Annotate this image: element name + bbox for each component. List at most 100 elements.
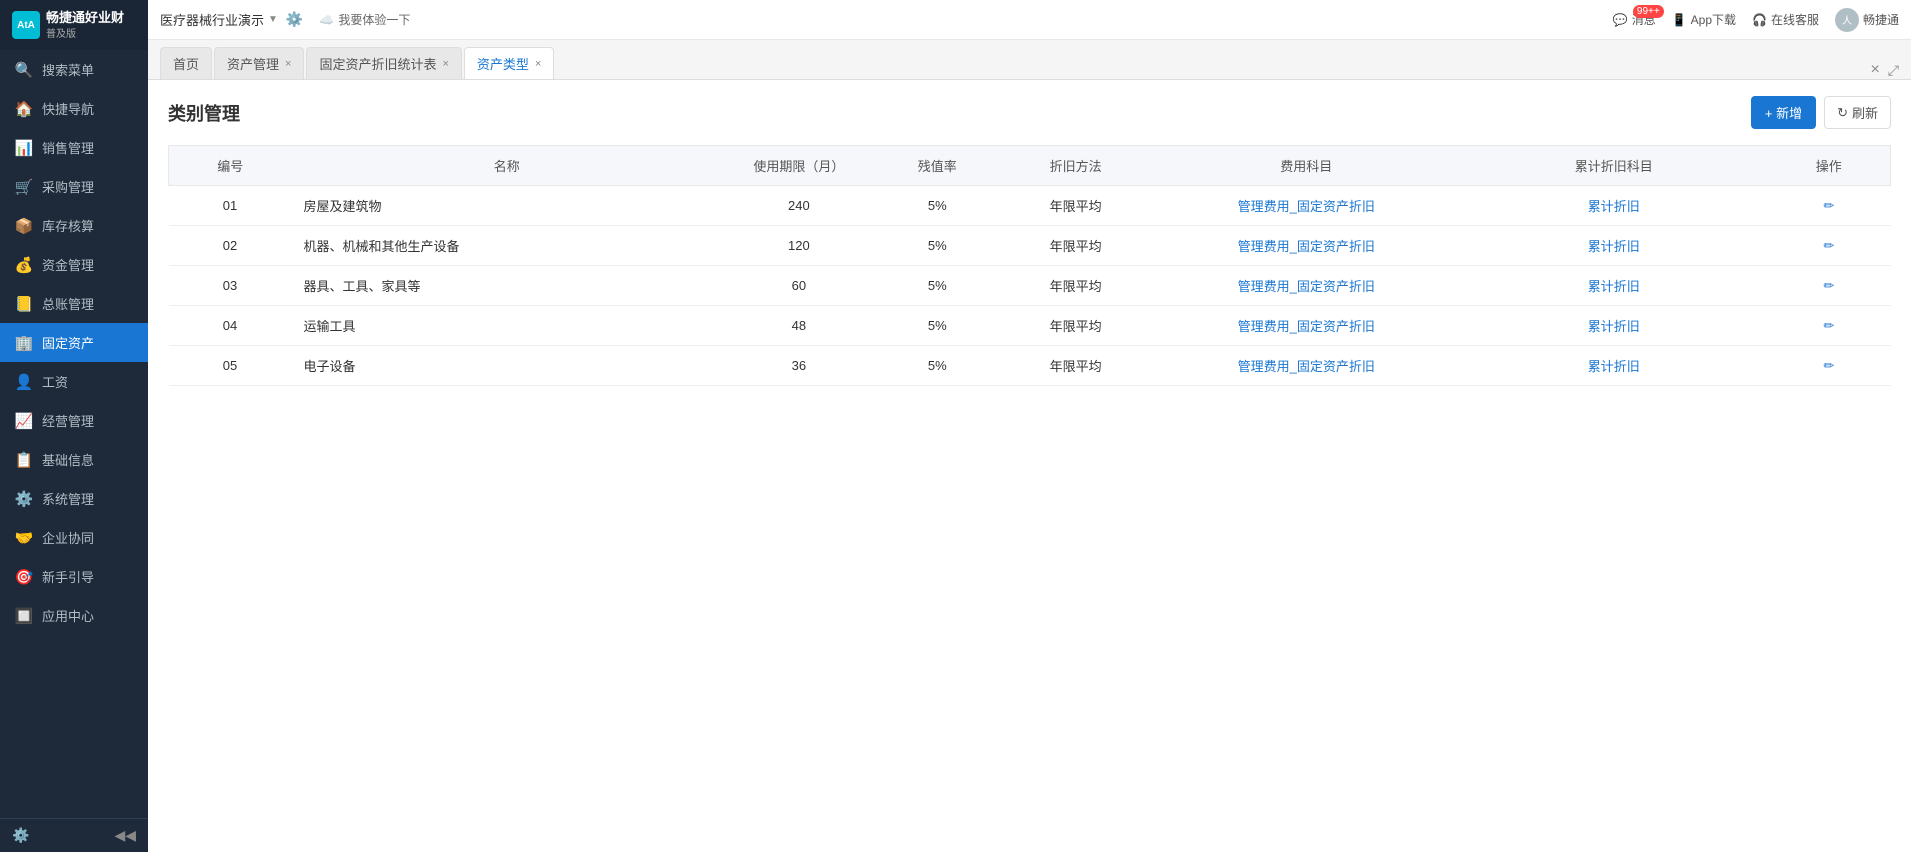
sidebar-item-ledger[interactable]: 📒 总账管理 [0, 284, 148, 323]
sidebar-item-purchase[interactable]: 🛒 采购管理 [0, 167, 148, 206]
sidebar-label-apps: 应用中心 [42, 606, 94, 625]
cell-period: 48 [722, 306, 876, 346]
sidebar-label-purchase: 采购管理 [42, 177, 94, 196]
cell-method: 年限平均 [999, 266, 1153, 306]
topbar: 医疗器械行业演示 ▼ ⚙️ ☁️ 我要体验一下 💬 消息 99+ 📱 App下载… [148, 0, 1911, 40]
phone-icon: 📱 [1672, 13, 1687, 27]
sidebar-label-quicknav: 快捷导航 [42, 99, 94, 118]
cell-name: 机器、机械和其他生产设备 [292, 226, 723, 266]
category-table: 编号 名称 使用期限（月） 残值率 折旧方法 费用科目 累计折旧科目 操作 01… [168, 145, 1891, 386]
avatar: 人 [1835, 8, 1859, 32]
sidebar-item-guide[interactable]: 🎯 新手引导 [0, 557, 148, 596]
tab-category[interactable]: 资产类型 × [464, 47, 554, 79]
minimize-icon[interactable]: × [1870, 61, 1879, 79]
sidebar-item-fixed[interactable]: 🏢 固定资产 [0, 323, 148, 362]
cell-expense: 管理费用_固定资产折旧 [1153, 346, 1461, 386]
cell-name: 电子设备 [292, 346, 723, 386]
edit-button[interactable]: ✏ [1824, 278, 1835, 293]
sidebar-item-sales[interactable]: 📊 销售管理 [0, 128, 148, 167]
cell-code: 03 [169, 266, 292, 306]
page-header: 类别管理 + 新增 ↻ 刷新 [168, 96, 1891, 129]
app-logo: AtA 畅捷通好业财 普及版 [0, 0, 148, 50]
refresh-button[interactable]: ↻ 刷新 [1824, 96, 1891, 129]
col-header-method: 折旧方法 [999, 146, 1153, 186]
tab-depreciation-close[interactable]: × [442, 58, 448, 70]
payroll-icon: 👤 [14, 373, 34, 391]
collapse-icon[interactable]: ◀◀ [114, 827, 136, 844]
system-icon: ⚙️ [14, 490, 34, 508]
settings-footer-icon[interactable]: ⚙️ [12, 827, 29, 844]
edit-button[interactable]: ✏ [1824, 198, 1835, 213]
sidebar-item-search[interactable]: 🔍 搜索菜单 [0, 50, 148, 89]
user-area[interactable]: 人 畅捷通 [1835, 8, 1899, 32]
page-title: 类别管理 [168, 100, 240, 126]
edit-button[interactable]: ✏ [1824, 318, 1835, 333]
cell-expense: 管理费用_固定资产折旧 [1153, 306, 1461, 346]
basic-icon: 📋 [14, 451, 34, 469]
service-label: 在线客服 [1771, 11, 1819, 28]
tabbar: 首页 资产管理 × 固定资产折旧统计表 × 资产类型 × × ⤢ [148, 40, 1911, 80]
experience-label: 我要体验一下 [338, 11, 410, 28]
sidebar-item-finance[interactable]: 💰 资金管理 [0, 245, 148, 284]
tab-home[interactable]: 首页 [160, 47, 212, 79]
cell-method: 年限平均 [999, 346, 1153, 386]
cell-accum: 累计折旧 [1460, 186, 1768, 226]
table-row: 05 电子设备 36 5% 年限平均 管理费用_固定资产折旧 累计折旧 ✏ [169, 346, 1891, 386]
new-button[interactable]: + 新增 [1751, 96, 1816, 129]
company-selector[interactable]: 医疗器械行业演示 ▼ [160, 10, 278, 29]
operation-icon: 📈 [14, 412, 34, 430]
col-header-action: 操作 [1768, 146, 1891, 186]
edit-button[interactable]: ✏ [1824, 358, 1835, 373]
sidebar-item-coop[interactable]: 🤝 企业协同 [0, 518, 148, 557]
content-area: 类别管理 + 新增 ↻ 刷新 编号 名称 使用期限（月） 残值率 折旧方法 费用… [148, 80, 1911, 852]
app-download-button[interactable]: 📱 App下载 [1672, 11, 1736, 28]
sidebar-item-apps[interactable]: 🔲 应用中心 [0, 596, 148, 635]
tab-assets-close[interactable]: × [285, 58, 291, 70]
sidebar-item-basic[interactable]: 📋 基础信息 [0, 440, 148, 479]
page-actions: + 新增 ↻ 刷新 [1751, 96, 1891, 129]
cell-method: 年限平均 [999, 226, 1153, 266]
window-controls: × ⤢ [1870, 61, 1899, 79]
cell-name: 器具、工具、家具等 [292, 266, 723, 306]
main-area: 医疗器械行业演示 ▼ ⚙️ ☁️ 我要体验一下 💬 消息 99+ 📱 App下载… [148, 0, 1911, 852]
tab-category-close[interactable]: × [535, 58, 541, 70]
coop-icon: 🤝 [14, 529, 34, 547]
sidebar-label-fixed: 固定资产 [42, 333, 94, 352]
table-row: 01 房屋及建筑物 240 5% 年限平均 管理费用_固定资产折旧 累计折旧 ✏ [169, 186, 1891, 226]
sidebar-item-system[interactable]: ⚙️ 系统管理 [0, 479, 148, 518]
sidebar-label-inventory: 库存核算 [42, 216, 94, 235]
topbar-settings-icon[interactable]: ⚙️ [286, 11, 303, 28]
sidebar-item-quicknav[interactable]: 🏠 快捷导航 [0, 89, 148, 128]
finance-icon: 💰 [14, 256, 34, 274]
cell-expense: 管理费用_固定资产折旧 [1153, 226, 1461, 266]
tab-depreciation[interactable]: 固定资产折旧统计表 × [306, 47, 461, 79]
cell-expense: 管理费用_固定资产折旧 [1153, 186, 1461, 226]
cell-action: ✏ [1768, 306, 1891, 346]
sidebar-item-operation[interactable]: 📈 经营管理 [0, 401, 148, 440]
tab-depreciation-label: 固定资产折旧统计表 [319, 54, 436, 73]
message-button[interactable]: 💬 消息 99+ [1613, 11, 1656, 28]
ledger-icon: 📒 [14, 295, 34, 313]
cell-residual: 5% [876, 186, 999, 226]
sidebar-label-ledger: 总账管理 [42, 294, 94, 313]
tab-assets-label: 资产管理 [227, 54, 279, 73]
col-header-name: 名称 [292, 146, 723, 186]
edit-button[interactable]: ✏ [1824, 238, 1835, 253]
maximize-icon[interactable]: ⤢ [1888, 62, 1899, 79]
tab-assets[interactable]: 资产管理 × [214, 47, 304, 79]
sidebar-label-basic: 基础信息 [42, 450, 94, 469]
cell-code: 04 [169, 306, 292, 346]
guide-icon: 🎯 [14, 568, 34, 586]
cell-period: 60 [722, 266, 876, 306]
cell-code: 02 [169, 226, 292, 266]
app-download-label: App下载 [1691, 11, 1736, 28]
cell-accum: 累计折旧 [1460, 266, 1768, 306]
cell-period: 36 [722, 346, 876, 386]
sidebar-item-payroll[interactable]: 👤 工资 [0, 362, 148, 401]
col-header-residual: 残值率 [876, 146, 999, 186]
service-button[interactable]: 🎧 在线客服 [1752, 11, 1819, 28]
sidebar-label-guide: 新手引导 [42, 567, 94, 586]
sidebar-item-inventory[interactable]: 📦 库存核算 [0, 206, 148, 245]
cell-action: ✏ [1768, 266, 1891, 306]
experience-button[interactable]: ☁️ 我要体验一下 [319, 11, 410, 28]
